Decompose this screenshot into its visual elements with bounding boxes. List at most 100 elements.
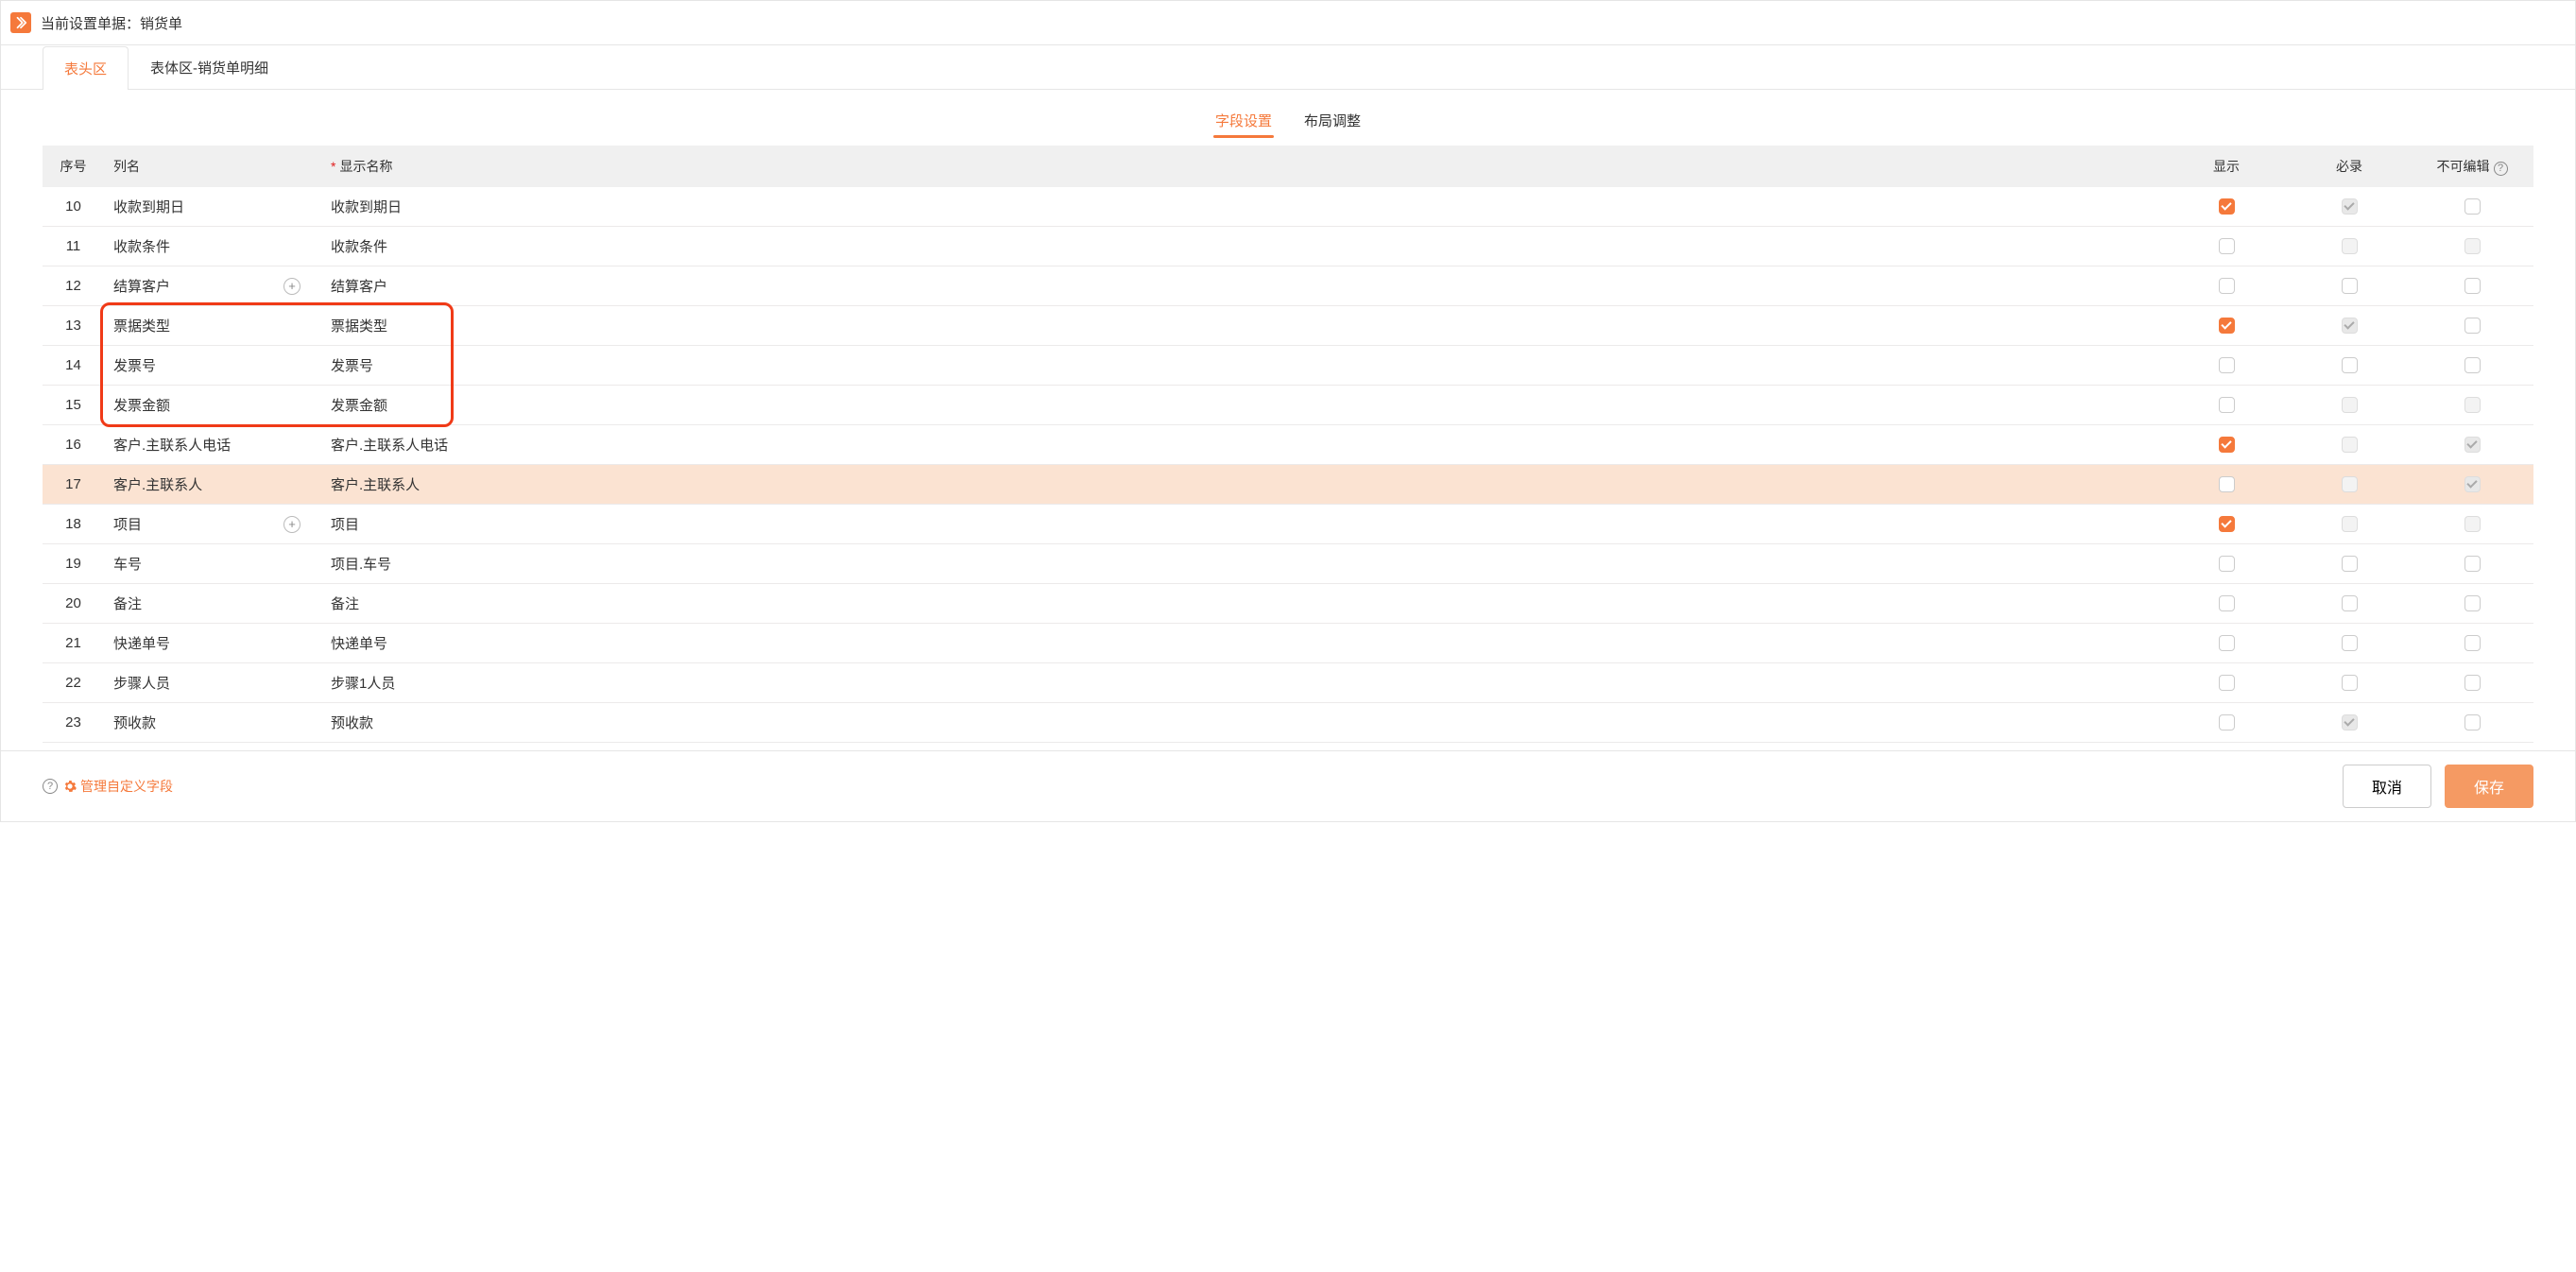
col-header-display: *显示名称 xyxy=(321,146,2165,187)
show-checkbox[interactable] xyxy=(2219,318,2235,334)
row-column-name: 客户.主联系人 xyxy=(104,465,321,505)
required-checkbox[interactable] xyxy=(2342,556,2358,572)
row-display-name[interactable]: 项目 xyxy=(321,505,2165,544)
show-checkbox[interactable] xyxy=(2219,675,2235,691)
locked-checkbox[interactable] xyxy=(2464,318,2481,334)
cell-lock xyxy=(2411,425,2533,465)
table-row[interactable]: 13票据类型票据类型 xyxy=(43,306,2533,346)
locked-checkbox[interactable] xyxy=(2464,357,2481,373)
cell-req xyxy=(2288,505,2411,544)
cell-req xyxy=(2288,465,2411,505)
locked-checkbox[interactable] xyxy=(2464,278,2481,294)
locked-checkbox[interactable] xyxy=(2464,198,2481,215)
show-checkbox[interactable] xyxy=(2219,278,2235,294)
tab-field-settings[interactable]: 字段设置 xyxy=(1213,105,1274,136)
cell-show xyxy=(2165,663,2288,703)
show-checkbox[interactable] xyxy=(2219,516,2235,532)
locked-checkbox[interactable] xyxy=(2464,714,2481,731)
save-button[interactable]: 保存 xyxy=(2445,765,2533,808)
row-display-name[interactable]: 票据类型 xyxy=(321,306,2165,346)
locked-checkbox xyxy=(2464,238,2481,254)
cell-show xyxy=(2165,346,2288,386)
manage-custom-fields-link[interactable]: 管理自定义字段 xyxy=(63,777,173,796)
col-header-locked-label: 不可编辑 xyxy=(2437,159,2490,174)
cell-req xyxy=(2288,187,2411,227)
row-display-name[interactable]: 客户.主联系人 xyxy=(321,465,2165,505)
required-checkbox[interactable] xyxy=(2342,595,2358,611)
header-bar: 当前设置单据：销货单 xyxy=(1,1,2575,45)
tab-layout-adjust[interactable]: 布局调整 xyxy=(1302,105,1363,136)
required-checkbox xyxy=(2342,437,2358,453)
show-checkbox[interactable] xyxy=(2219,198,2235,215)
row-display-name[interactable]: 发票号 xyxy=(321,346,2165,386)
primary-tabs: 表头区 表体区-销货单明细 xyxy=(1,45,2575,89)
row-seq: 23 xyxy=(43,703,104,743)
add-subfield-icon[interactable]: + xyxy=(283,516,301,533)
row-display-name[interactable]: 收款到期日 xyxy=(321,187,2165,227)
row-name-label: 结算客户 xyxy=(113,279,170,295)
locked-checkbox[interactable] xyxy=(2464,556,2481,572)
row-display-name[interactable]: 备注 xyxy=(321,584,2165,624)
required-checkbox[interactable] xyxy=(2342,357,2358,373)
row-display-name[interactable]: 快递单号 xyxy=(321,624,2165,663)
cell-show xyxy=(2165,386,2288,425)
row-display-name[interactable]: 收款条件 xyxy=(321,227,2165,266)
show-checkbox[interactable] xyxy=(2219,476,2235,492)
table-row[interactable]: 11收款条件收款条件 xyxy=(43,227,2533,266)
row-display-name[interactable]: 发票金额 xyxy=(321,386,2165,425)
table-row[interactable]: 16客户.主联系人电话客户.主联系人电话 xyxy=(43,425,2533,465)
cancel-button[interactable]: 取消 xyxy=(2343,765,2431,808)
table-row[interactable]: 18项目+项目 xyxy=(43,505,2533,544)
cell-show xyxy=(2165,465,2288,505)
row-display-name[interactable]: 结算客户 xyxy=(321,266,2165,306)
table-row[interactable]: 21快递单号快递单号 xyxy=(43,624,2533,663)
locked-checkbox[interactable] xyxy=(2464,595,2481,611)
required-checkbox[interactable] xyxy=(2342,635,2358,651)
table-row[interactable]: 19车号项目.车号 xyxy=(43,544,2533,584)
cell-req xyxy=(2288,425,2411,465)
show-checkbox[interactable] xyxy=(2219,635,2235,651)
table-row[interactable]: 20备注备注 xyxy=(43,584,2533,624)
locked-checkbox[interactable] xyxy=(2464,675,2481,691)
row-column-name: 项目+ xyxy=(104,505,321,544)
show-checkbox[interactable] xyxy=(2219,238,2235,254)
required-checkbox[interactable] xyxy=(2342,278,2358,294)
expand-panel-icon[interactable] xyxy=(10,12,31,33)
tab-header-area[interactable]: 表头区 xyxy=(43,46,129,90)
row-display-name[interactable]: 步骤1人员 xyxy=(321,663,2165,703)
tab-body-area[interactable]: 表体区-销货单明细 xyxy=(129,45,290,89)
show-checkbox[interactable] xyxy=(2219,357,2235,373)
cell-show xyxy=(2165,187,2288,227)
row-name-label: 票据类型 xyxy=(113,318,170,335)
locked-checkbox[interactable] xyxy=(2464,635,2481,651)
table-row[interactable]: 22步骤人员步骤1人员 xyxy=(43,663,2533,703)
row-name-label: 客户.主联系人 xyxy=(113,477,202,493)
cell-lock xyxy=(2411,187,2533,227)
show-checkbox[interactable] xyxy=(2219,556,2235,572)
table-row[interactable]: 12结算客户+结算客户 xyxy=(43,266,2533,306)
add-subfield-icon[interactable]: + xyxy=(283,278,301,295)
table-row[interactable]: 10收款到期日收款到期日 xyxy=(43,187,2533,227)
question-icon[interactable]: ? xyxy=(43,779,58,794)
show-checkbox[interactable] xyxy=(2219,397,2235,413)
locked-checkbox xyxy=(2464,397,2481,413)
show-checkbox[interactable] xyxy=(2219,714,2235,731)
required-checkbox[interactable] xyxy=(2342,675,2358,691)
col-header-show: 显示 xyxy=(2165,146,2288,187)
table-row[interactable]: 15发票金额发票金额 xyxy=(43,386,2533,425)
table-row[interactable]: 14发票号发票号 xyxy=(43,346,2533,386)
table-row[interactable]: 23预收款预收款 xyxy=(43,703,2533,743)
required-checkbox xyxy=(2342,318,2358,334)
row-name-label: 客户.主联系人电话 xyxy=(113,438,231,454)
col-header-locked: 不可编辑? xyxy=(2411,146,2533,187)
help-icon[interactable]: ? xyxy=(2494,162,2508,176)
cell-lock xyxy=(2411,227,2533,266)
row-display-name[interactable]: 项目.车号 xyxy=(321,544,2165,584)
show-checkbox[interactable] xyxy=(2219,437,2235,453)
show-checkbox[interactable] xyxy=(2219,595,2235,611)
row-display-name[interactable]: 预收款 xyxy=(321,703,2165,743)
cell-lock xyxy=(2411,584,2533,624)
row-name-label: 收款到期日 xyxy=(113,199,184,215)
table-row[interactable]: 17客户.主联系人客户.主联系人 xyxy=(43,465,2533,505)
row-display-name[interactable]: 客户.主联系人电话 xyxy=(321,425,2165,465)
